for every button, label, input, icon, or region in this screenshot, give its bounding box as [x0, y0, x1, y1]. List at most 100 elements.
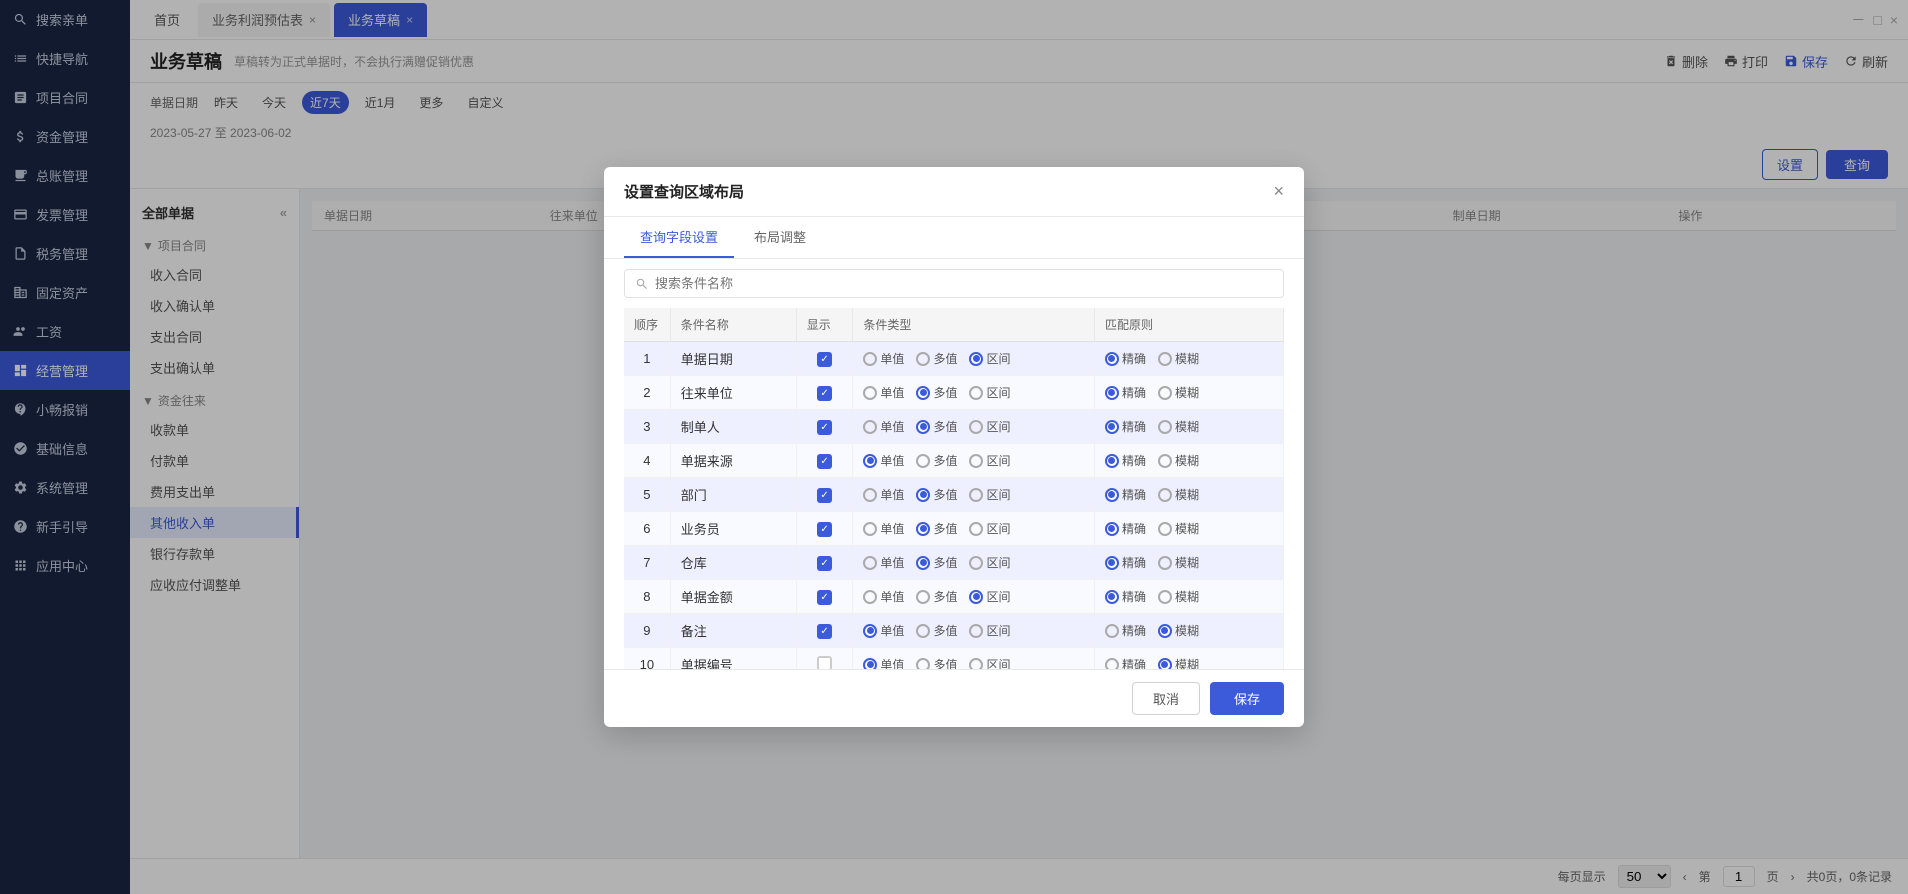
- row-show-checkbox[interactable]: [796, 478, 853, 512]
- radio-item-match_exact[interactable]: 精确: [1105, 452, 1146, 469]
- th-type: 条件类型: [853, 308, 1095, 342]
- radio-item-match_fuzzy[interactable]: 模糊: [1158, 656, 1199, 669]
- checkbox-icon[interactable]: [817, 386, 832, 401]
- row-show-checkbox[interactable]: [796, 580, 853, 614]
- radio-item-type_single[interactable]: 单值: [863, 656, 904, 669]
- radio-item-match_fuzzy[interactable]: 模糊: [1158, 554, 1199, 571]
- checkbox-icon[interactable]: [817, 488, 832, 503]
- radio-item-type_range[interactable]: 区间: [969, 350, 1010, 367]
- row-type: 单值 多值区间: [853, 580, 1095, 614]
- radio-item-type_single[interactable]: 单值: [863, 520, 904, 537]
- checkbox-icon[interactable]: [817, 656, 832, 670]
- radio-item-type_range[interactable]: 区间: [969, 418, 1010, 435]
- radio-item-type_multi[interactable]: 多值: [916, 656, 957, 669]
- radio-item-type_single[interactable]: 单值: [863, 588, 904, 605]
- radio-item-type_range[interactable]: 区间: [969, 520, 1010, 537]
- radio-item-type_single[interactable]: 单值: [863, 452, 904, 469]
- radio-item-match_fuzzy[interactable]: 模糊: [1158, 520, 1199, 537]
- row-match: 精确模糊: [1094, 648, 1283, 670]
- radio-item-match_exact[interactable]: 精确: [1105, 656, 1146, 669]
- modal-tab-query-fields[interactable]: 查询字段设置: [624, 217, 734, 258]
- row-show-checkbox[interactable]: [796, 648, 853, 670]
- radio-item-type_range[interactable]: 区间: [969, 656, 1010, 669]
- checkbox-icon[interactable]: [817, 420, 832, 435]
- radio-item-type_multi[interactable]: 多值: [916, 350, 957, 367]
- row-match: 精确模糊: [1094, 512, 1283, 546]
- modal-search-input[interactable]: [655, 276, 1273, 291]
- radio-item-match_fuzzy[interactable]: 模糊: [1158, 588, 1199, 605]
- checkbox-icon[interactable]: [817, 522, 832, 537]
- radio-label: 精确: [1122, 350, 1146, 367]
- radio-circle: [916, 658, 930, 670]
- radio-item-type_single[interactable]: 单值: [863, 384, 904, 401]
- radio-item-match_exact[interactable]: 精确: [1105, 622, 1146, 639]
- radio-item-match_exact[interactable]: 精确: [1105, 350, 1146, 367]
- checkbox-icon[interactable]: [817, 454, 832, 469]
- radio-circle: [1158, 386, 1172, 400]
- radio-item-type_single[interactable]: 单值: [863, 350, 904, 367]
- radio-label: 模糊: [1175, 350, 1199, 367]
- table-row: 6业务员单值多值区间精确模糊: [624, 512, 1284, 546]
- radio-circle: [969, 420, 983, 434]
- row-seq: 8: [624, 580, 670, 614]
- radio-item-type_range[interactable]: 区间: [969, 452, 1010, 469]
- row-show-checkbox[interactable]: [796, 410, 853, 444]
- radio-item-type_multi[interactable]: 多值: [916, 588, 957, 605]
- radio-item-match_exact[interactable]: 精确: [1105, 588, 1146, 605]
- radio-item-type_range[interactable]: 区间: [969, 622, 1010, 639]
- radio-item-type_range[interactable]: 区间: [969, 384, 1010, 401]
- radio-item-type_range[interactable]: 区间: [969, 554, 1010, 571]
- row-show-checkbox[interactable]: [796, 512, 853, 546]
- row-show-checkbox[interactable]: [796, 614, 853, 648]
- radio-item-match_fuzzy[interactable]: 模糊: [1158, 384, 1199, 401]
- radio-item-match_fuzzy[interactable]: 模糊: [1158, 622, 1199, 639]
- radio-item-type_multi[interactable]: 多值: [916, 486, 957, 503]
- row-show-checkbox[interactable]: [796, 546, 853, 580]
- radio-item-type_multi[interactable]: 多值: [916, 554, 957, 571]
- row-show-checkbox[interactable]: [796, 342, 853, 376]
- checkbox-icon[interactable]: [817, 624, 832, 639]
- radio-item-match_exact[interactable]: 精确: [1105, 520, 1146, 537]
- radio-circle: [1158, 352, 1172, 366]
- table-row: 3制单人单值多值区间精确模糊: [624, 410, 1284, 444]
- radio-item-type_range[interactable]: 区间: [969, 588, 1010, 605]
- radio-item-match_fuzzy[interactable]: 模糊: [1158, 452, 1199, 469]
- radio-item-match_fuzzy[interactable]: 模糊: [1158, 418, 1199, 435]
- radio-item-match_fuzzy[interactable]: 模糊: [1158, 350, 1199, 367]
- radio-item-match_fuzzy[interactable]: 模糊: [1158, 486, 1199, 503]
- radio-item-type_multi[interactable]: 多值: [916, 622, 957, 639]
- radio-circle: [916, 352, 930, 366]
- checkbox-icon[interactable]: [817, 556, 832, 571]
- modal-save-button[interactable]: 保存: [1210, 682, 1284, 715]
- radio-item-match_exact[interactable]: 精确: [1105, 384, 1146, 401]
- radio-item-type_range[interactable]: 区间: [969, 486, 1010, 503]
- radio-item-match_exact[interactable]: 精确: [1105, 486, 1146, 503]
- radio-item-type_single[interactable]: 单值: [863, 554, 904, 571]
- row-show-checkbox[interactable]: [796, 444, 853, 478]
- radio-item-match_exact[interactable]: 精确: [1105, 418, 1146, 435]
- modal-tab-layout[interactable]: 布局调整: [738, 217, 822, 258]
- radio-circle: [969, 556, 983, 570]
- checkbox-icon[interactable]: [817, 352, 832, 367]
- modal-table: 顺序 条件名称 显示 条件类型 匹配原则 1单据日期单值多值区间精确模糊2往来单…: [624, 308, 1284, 669]
- radio-circle: [969, 590, 983, 604]
- match-radio-group: 精确模糊: [1105, 486, 1273, 503]
- row-show-checkbox[interactable]: [796, 376, 853, 410]
- radio-item-type_multi[interactable]: 多值: [916, 452, 957, 469]
- modal-close-button[interactable]: ×: [1273, 181, 1284, 202]
- radio-label: 多值: [933, 554, 957, 571]
- radio-item-type_single[interactable]: 单值: [863, 486, 904, 503]
- table-row: 1单据日期单值多值区间精确模糊: [624, 342, 1284, 376]
- radio-label: 多值: [933, 588, 957, 605]
- radio-item-type_multi[interactable]: 多值: [916, 418, 957, 435]
- radio-item-type_single[interactable]: 单值: [863, 418, 904, 435]
- th-match: 匹配原则: [1094, 308, 1283, 342]
- radio-item-type_single[interactable]: 单值: [863, 622, 904, 639]
- radio-item-match_exact[interactable]: 精确: [1105, 554, 1146, 571]
- radio-item-type_multi[interactable]: 多值: [916, 384, 957, 401]
- radio-circle: [1105, 556, 1119, 570]
- checkbox-icon[interactable]: [817, 590, 832, 605]
- radio-circle: [863, 454, 877, 468]
- radio-item-type_multi[interactable]: 多值: [916, 520, 957, 537]
- cancel-button[interactable]: 取消: [1132, 682, 1200, 715]
